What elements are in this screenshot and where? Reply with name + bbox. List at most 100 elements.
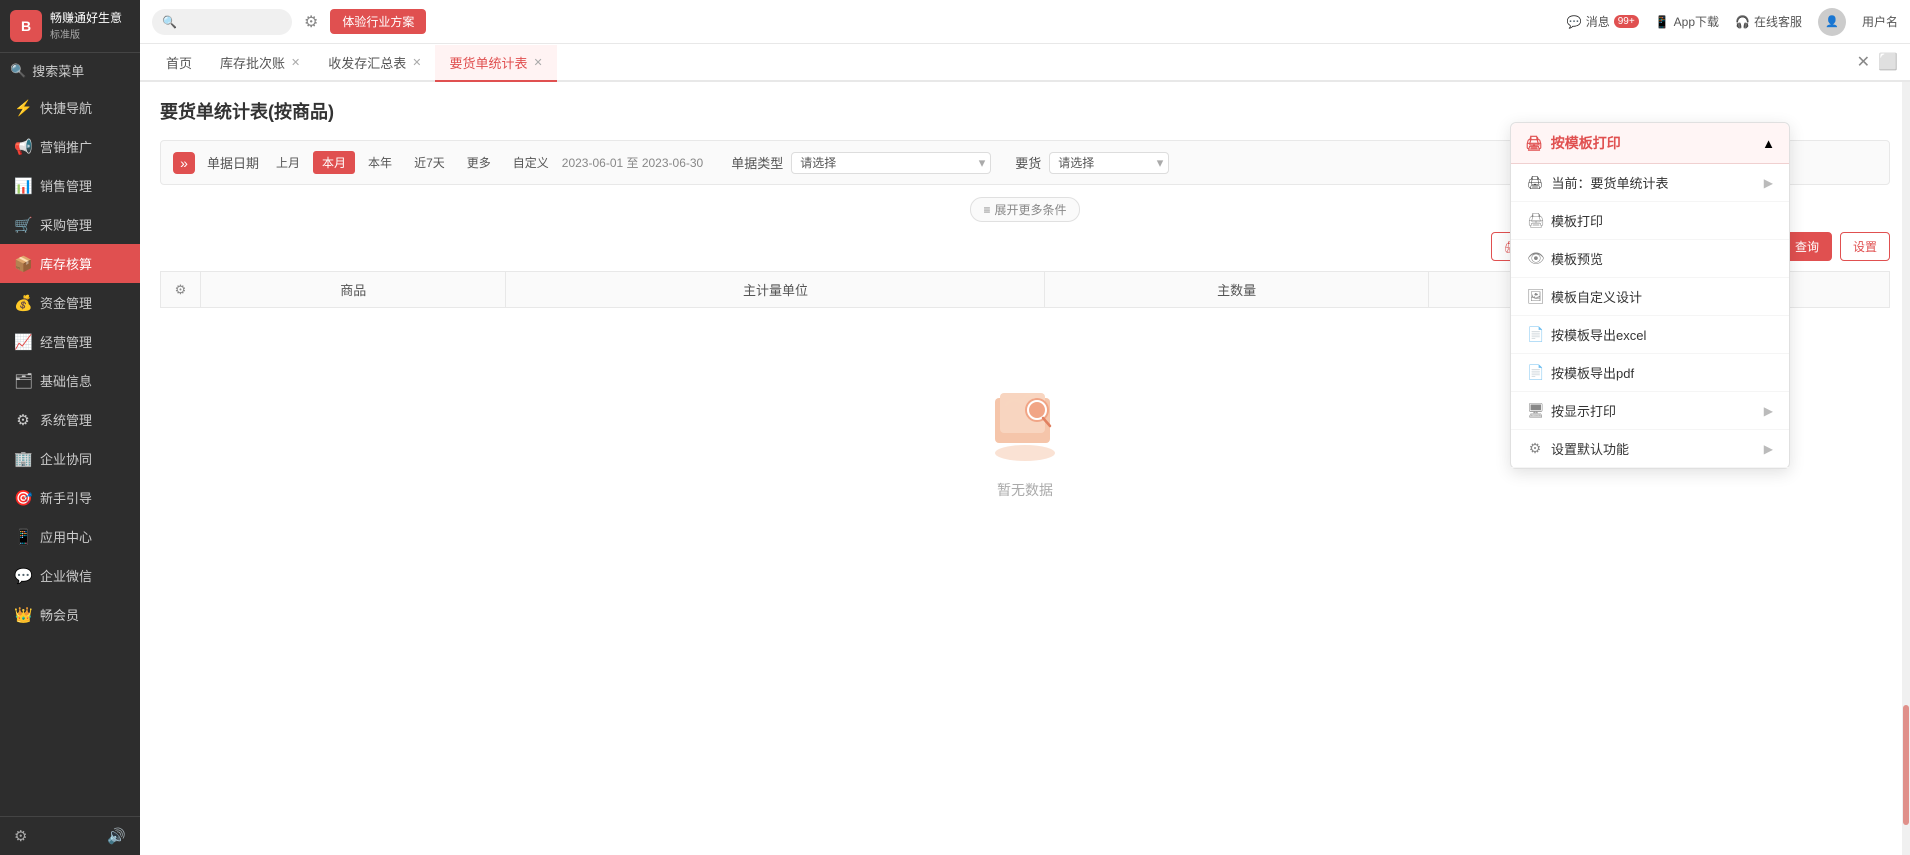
dropdown-template-preview[interactable]: 👁 模板预览 — [1511, 240, 1789, 278]
export-pdf-icon: 📄 — [1527, 364, 1543, 381]
sidebar-item-system[interactable]: ⚙ 系统管理 — [0, 400, 140, 439]
expand-more-button[interactable]: ≡ 展开更多条件 — [970, 197, 1079, 222]
speaker-footer-icon[interactable]: 🔊 — [107, 827, 126, 845]
date-btn-more[interactable]: 更多 — [458, 151, 500, 174]
enterprise-icon: 🏢 — [14, 450, 32, 468]
logo-text-block: 畅赚通好生意 标准版 — [50, 11, 122, 42]
date-range-display: 2023-06-01 至 2023-06-30 — [562, 154, 703, 171]
sidebar-item-purchase[interactable]: 🛒 采购管理 — [0, 205, 140, 244]
type-select[interactable]: 请选择 — [791, 152, 991, 174]
sidebar-item-guide[interactable]: 🎯 新手引导 — [0, 478, 140, 517]
export-excel-label: 按模板导出excel — [1551, 325, 1646, 344]
yaohuo-select-wrapper: 请选择 — [1049, 152, 1169, 174]
right-scrollbar[interactable] — [1902, 82, 1910, 855]
date-btn-last7days[interactable]: 近7天 — [405, 151, 454, 174]
dropdown-export-excel[interactable]: 📄 按模板导出excel — [1511, 316, 1789, 354]
table-settings-label: 设置 — [1853, 238, 1877, 255]
sidebar-item-label: 销售管理 — [40, 176, 92, 195]
system-icon: ⚙ — [14, 411, 32, 429]
trial-button[interactable]: 体验行业方案 — [330, 9, 426, 34]
window-maximize-icon[interactable]: ⬜ — [1878, 52, 1898, 72]
dropdown-set-default[interactable]: ⚙ 设置默认功能 ▶ — [1511, 430, 1789, 468]
topbar-msg[interactable]: 💬 消息 99+ — [1567, 13, 1639, 30]
content-area: 要货单统计表(按商品) » 单据日期 上月 本月 本年 近7天 更多 自定义 2… — [140, 82, 1910, 855]
sidebar-item-label: 基础信息 — [40, 371, 92, 390]
operations-icon: 📈 — [14, 333, 32, 351]
sidebar-item-label: 应用中心 — [40, 527, 92, 546]
inventory-icon: 📦 — [14, 255, 32, 273]
settings-button[interactable]: 设置 — [1840, 232, 1890, 261]
tab-receipt-summary[interactable]: 收发存汇总表 ✕ — [314, 45, 435, 82]
table-col-settings-icon[interactable]: ⚙ — [175, 282, 187, 297]
dropdown-export-pdf[interactable]: 📄 按模板导出pdf — [1511, 354, 1789, 392]
logo-icon: B — [10, 10, 42, 42]
template-preview-label: 模板预览 — [1551, 249, 1603, 268]
date-btn-current-month[interactable]: 本月 — [313, 151, 355, 174]
dropdown-header[interactable]: 🖨 按模板打印 ▲ — [1511, 123, 1789, 164]
display-print-icon: 🖥 — [1527, 402, 1543, 419]
sidebar-item-marketing[interactable]: 📢 营销推广 — [0, 127, 140, 166]
sidebar-item-label: 经营管理 — [40, 332, 92, 351]
apps-icon: 📱 — [14, 528, 32, 546]
dropdown-template-print[interactable]: 🖨 模板打印 — [1511, 202, 1789, 240]
sidebar-search[interactable]: 🔍 搜索菜单 — [0, 53, 140, 88]
sidebar-item-label: 企业微信 — [40, 566, 92, 585]
tab-batch-accounts[interactable]: 库存批次账 ✕ — [206, 45, 314, 82]
date-filter-label: 单据日期 — [207, 153, 259, 172]
basics-icon: 🗂 — [14, 372, 32, 390]
filter-expand-button[interactable]: » — [173, 152, 195, 174]
sidebar-item-basics[interactable]: 🗂 基础信息 — [0, 361, 140, 400]
tab-order-stats[interactable]: 要货单统计表 ✕ — [435, 45, 556, 82]
topbar-search-icon: 🔍 — [162, 15, 177, 29]
tab-batch-accounts-close[interactable]: ✕ — [291, 56, 300, 69]
sidebar-item-enterprise[interactable]: 🏢 企业协同 — [0, 439, 140, 478]
template-preview-icon: 👁 — [1527, 250, 1543, 267]
sidebar-item-label: 新手引导 — [40, 488, 92, 507]
sidebar-footer: ⚙ 🔊 — [0, 816, 140, 855]
topbar-settings-icon[interactable]: ⚙ — [304, 12, 318, 32]
sidebar-item-inventory[interactable]: 📦 库存核算 — [0, 244, 140, 283]
tabs-bar: 首页 库存批次账 ✕ 收发存汇总表 ✕ 要货单统计表 ✕ ✕ ⬜ — [140, 44, 1910, 82]
empty-icon — [975, 368, 1075, 468]
topbar-online-service[interactable]: 🎧 在线客服 — [1735, 13, 1802, 30]
date-btn-current-year[interactable]: 本年 — [359, 151, 401, 174]
msg-icon: 💬 — [1567, 15, 1582, 29]
expand-more-label: 展开更多条件 — [995, 201, 1067, 218]
topbar-actions: 💬 消息 99+ 📱 App下载 🎧 在线客服 👤 用户名 — [1567, 8, 1898, 36]
wechat-icon: 💬 — [14, 567, 32, 585]
sidebar-item-finance[interactable]: 💰 资金管理 — [0, 283, 140, 322]
dropdown-current-left: 🖨 当前：要货单统计表 — [1527, 173, 1669, 192]
query-label: 查询 — [1795, 238, 1819, 255]
settings-footer-icon[interactable]: ⚙ — [14, 827, 27, 845]
window-controls: ✕ ⬜ — [1857, 52, 1898, 72]
topbar-app-download[interactable]: 📱 App下载 — [1655, 13, 1719, 30]
app-badge: 标准版 — [50, 26, 122, 41]
sidebar-item-member[interactable]: 👑 畅会员 — [0, 595, 140, 634]
user-avatar[interactable]: 👤 — [1818, 8, 1846, 36]
sales-icon: 📊 — [14, 177, 32, 195]
date-btn-prev-month[interactable]: 上月 — [267, 151, 309, 174]
template-design-label: 模板自定义设计 — [1551, 287, 1642, 306]
sidebar-item-apps[interactable]: 📱 应用中心 — [0, 517, 140, 556]
dropdown-display-print[interactable]: 🖥 按显示打印 ▶ — [1511, 392, 1789, 430]
app-logo: B 畅赚通好生意 标准版 — [0, 0, 140, 53]
yaohuo-select[interactable]: 请选择 — [1049, 152, 1169, 174]
sidebar-item-sales[interactable]: 📊 销售管理 — [0, 166, 140, 205]
tab-home[interactable]: 首页 — [152, 45, 206, 82]
date-btn-custom[interactable]: 自定义 — [504, 151, 558, 174]
dropdown-current-item[interactable]: 🖨 当前：要货单统计表 ▶ — [1511, 164, 1789, 202]
current-item-label: 当前：要货单统计表 — [1552, 173, 1669, 192]
sidebar-item-operations[interactable]: 📈 经营管理 — [0, 322, 140, 361]
tab-receipt-summary-close[interactable]: ✕ — [412, 56, 421, 69]
sidebar-item-quick-nav[interactable]: ⚡ 快捷导航 — [0, 88, 140, 127]
col-product: 商品 — [201, 272, 506, 308]
sidebar-item-wechat[interactable]: 💬 企业微信 — [0, 556, 140, 595]
window-close-icon[interactable]: ✕ — [1857, 52, 1870, 72]
col-settings[interactable]: ⚙ — [161, 272, 201, 308]
template-print-icon: 🖨 — [1527, 212, 1543, 229]
dropdown-template-design[interactable]: 🖼 模板自定义设计 — [1511, 278, 1789, 316]
export-pdf-label: 按模板导出pdf — [1551, 363, 1634, 382]
set-default-label: 设置默认功能 — [1551, 439, 1629, 458]
topbar-search-box[interactable]: 🔍 — [152, 9, 292, 35]
tab-order-stats-close[interactable]: ✕ — [534, 56, 543, 69]
